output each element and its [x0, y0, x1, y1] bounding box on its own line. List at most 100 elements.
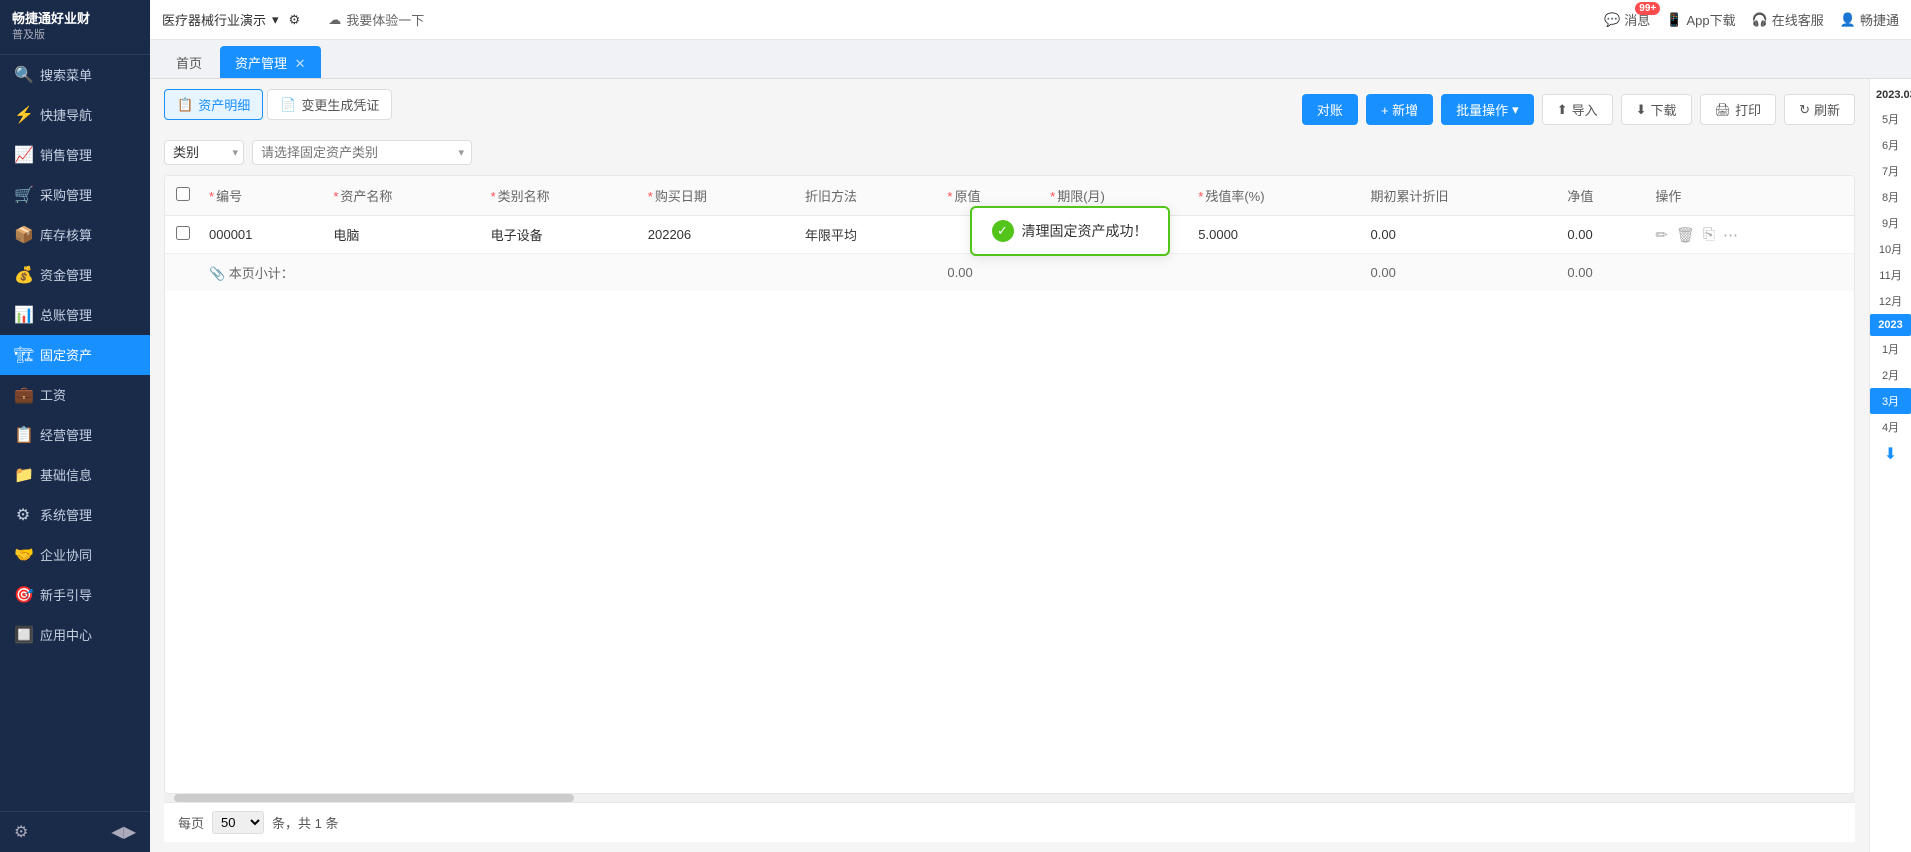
sidebar-item-应用中心[interactable]: 🔲应用中心 [0, 615, 150, 655]
month-8[interactable]: 8月 [1870, 184, 1911, 210]
edit-icon[interactable]: ✏ [1655, 226, 1668, 244]
sidebar-label: 资金管理 [40, 265, 92, 284]
app-logo: 畅捷通好业财 普及版 [0, 0, 150, 55]
app-version: 普及版 [12, 28, 138, 43]
horizontal-scrollbar[interactable] [164, 794, 1855, 802]
total-label: 条，共 1 条 [272, 813, 338, 832]
tab-close-icon[interactable]: ✕ [295, 56, 306, 71]
tab-assets-label: 资产管理 [235, 56, 287, 71]
sidebar-scroll: 🔍搜索菜单⚡快捷导航 📈 销售管理 🛒采购管理📦库存核算💰资金管理📊总账管理🏗固定资产… [0, 55, 150, 811]
month-5[interactable]: 5月 [1870, 106, 1911, 132]
message-button[interactable]: 💬 消息 99+ [1604, 10, 1650, 29]
tab-home[interactable]: 首页 [162, 47, 216, 78]
row-checkbox[interactable] [176, 226, 190, 240]
topbar-right: 💬 消息 99+ 📱 App下载 🎧 在线客服 👤 畅捷通 [1604, 10, 1899, 29]
company-selector[interactable]: 医疗器械行业演示 ▾ ⚙ [162, 10, 300, 29]
sidebar-label: 销售管理 [40, 145, 92, 164]
sidebar-label: 新手引导 [40, 585, 92, 604]
customer-service-button[interactable]: 🎧 在线客服 [1752, 10, 1824, 29]
topbar: 医疗器械行业演示 ▾ ⚙ ☁ 我要体验一下 💬 消息 99+ 📱 App下载 🎧… [150, 0, 1911, 40]
category-filter-input[interactable] [252, 140, 472, 165]
success-toast: ✓ 清理固定资产成功！ [970, 206, 1170, 256]
sidebar-item-资金管理[interactable]: 💰资金管理 [0, 255, 150, 295]
collapse-icon[interactable]: ◀▶ [111, 822, 136, 842]
category-select[interactable]: 类别 [164, 140, 244, 165]
sidebar-item-基础信息[interactable]: 📁基础信息 [0, 455, 150, 495]
month-4[interactable]: 4月 [1870, 414, 1911, 440]
app-download-button[interactable]: 📱 App下载 [1666, 10, 1735, 29]
reconcile-label: 对账 [1317, 100, 1343, 119]
sidebar-item-企业协同[interactable]: 🤝企业协同 [0, 535, 150, 575]
sidebar-item-销售管理[interactable]: 📈 销售管理 [0, 135, 150, 175]
month-10[interactable]: 10月 [1870, 236, 1911, 262]
refresh-button[interactable]: ↻ 刷新 [1784, 94, 1855, 125]
delete-icon[interactable]: 🗑 [1676, 226, 1695, 244]
sidebar-label: 工资 [40, 385, 66, 404]
batch-button[interactable]: 批量操作 ▾ [1441, 94, 1534, 125]
app-name: 畅捷通好业财 [12, 10, 138, 28]
download-icon-btn: ⬇ [1636, 102, 1647, 118]
month-9[interactable]: 9月 [1870, 210, 1911, 236]
inner-content: 📋 资产明细 📄 变更生成凭证 对账 + 新增 [150, 79, 1869, 852]
sidebar-item-系统管理[interactable]: ⚙系统管理 [0, 495, 150, 535]
new-button[interactable]: + 新增 [1366, 94, 1433, 125]
category-filter-input-wrapper: ▾ [252, 140, 472, 165]
month-12[interactable]: 12月 [1870, 288, 1911, 314]
month-2[interactable]: 2月 [1870, 362, 1911, 388]
year-2023[interactable]: 2023 [1870, 314, 1911, 336]
month-7[interactable]: 7月 [1870, 158, 1911, 184]
pagination-bar: 每页 50 100 200 条，共 1 条 [164, 802, 1855, 842]
month-1[interactable]: 1月 [1870, 336, 1911, 362]
sidebar: 畅捷通好业财 普及版 🔍搜索菜单⚡快捷导航 📈 销售管理 🛒采购管理📦库存核算💰资金管… [0, 0, 150, 852]
success-check-icon: ✓ [992, 220, 1014, 242]
sidebar-item-库存核算[interactable]: 📦库存核算 [0, 215, 150, 255]
sidebar-item-新手引导[interactable]: 🎯新手引导 [0, 575, 150, 615]
select-all-checkbox[interactable] [176, 187, 190, 201]
scrollbar-thumb[interactable] [174, 794, 574, 802]
sidebar-item-搜索菜单[interactable]: 🔍搜索菜单 [0, 55, 150, 95]
sub-tab-voucher[interactable]: 📄 变更生成凭证 [267, 89, 392, 120]
more-icon[interactable]: ⋯ [1723, 226, 1738, 244]
import-label: 导入 [1572, 100, 1598, 119]
sidebar-item-固定资产[interactable]: 🏗固定资产 [0, 335, 150, 375]
headset-icon: 🎧 [1752, 12, 1768, 28]
sidebar-icon: 📈 [14, 145, 32, 165]
subtotal-net: 0.00 [1559, 254, 1647, 292]
calendar-down-icon[interactable]: ⬇ [1880, 440, 1901, 468]
download-button[interactable]: ⬇ 下载 [1621, 94, 1692, 125]
copy-icon[interactable]: ⎘ [1703, 226, 1715, 243]
import-button[interactable]: ⬆ 导入 [1542, 94, 1613, 125]
experience-button[interactable]: ☁ 我要体验一下 [328, 10, 424, 29]
month-6[interactable]: 6月 [1870, 132, 1911, 158]
sidebar-item-采购管理[interactable]: 🛒采购管理 [0, 175, 150, 215]
row-code: 000001 [201, 216, 325, 254]
main-area: 医疗器械行业演示 ▾ ⚙ ☁ 我要体验一下 💬 消息 99+ 📱 App下载 🎧… [150, 0, 1911, 852]
tab-assets[interactable]: 资产管理 ✕ [220, 46, 321, 78]
filter-row: 类别 ▾ [164, 140, 1855, 165]
subtotal-accumulated: 0.00 [1363, 254, 1560, 292]
row-category: 电子设备 [483, 216, 640, 254]
settings-icon-topbar[interactable]: ⚙ [289, 12, 301, 28]
user-avatar[interactable]: 👤 畅捷通 [1840, 10, 1899, 29]
reconcile-button[interactable]: 对账 [1302, 94, 1358, 125]
row-name: 电脑 [325, 216, 482, 254]
per-page-select[interactable]: 50 100 200 [212, 811, 264, 834]
cloud-icon: ☁ [328, 12, 341, 28]
sub-tab-detail[interactable]: 📋 资产明细 [164, 89, 263, 120]
print-button[interactable]: 🖨 打印 [1700, 94, 1777, 125]
month-3[interactable]: 3月 [1870, 388, 1911, 414]
sidebar-item-工资[interactable]: 💼工资 [0, 375, 150, 415]
username: 畅捷通 [1860, 10, 1899, 29]
sidebar-icon: 📋 [14, 425, 32, 445]
category-select-wrapper: 类别 [164, 140, 244, 165]
new-label: + 新增 [1381, 100, 1418, 119]
row-actions: ✏ 🗑 ⎘ ⋯ [1647, 216, 1854, 254]
col-date: *购买日期 [640, 176, 797, 216]
sidebar-item-快捷导航[interactable]: ⚡快捷导航 [0, 95, 150, 135]
col-method: 折旧方法 [797, 176, 939, 216]
topbar-left: 医疗器械行业演示 ▾ ⚙ ☁ 我要体验一下 [162, 10, 424, 29]
sidebar-item-总账管理[interactable]: 📊总账管理 [0, 295, 150, 335]
settings-icon[interactable]: ⚙ [14, 822, 28, 842]
sidebar-item-经营管理[interactable]: 📋经营管理 [0, 415, 150, 455]
month-11[interactable]: 11月 [1870, 262, 1911, 288]
